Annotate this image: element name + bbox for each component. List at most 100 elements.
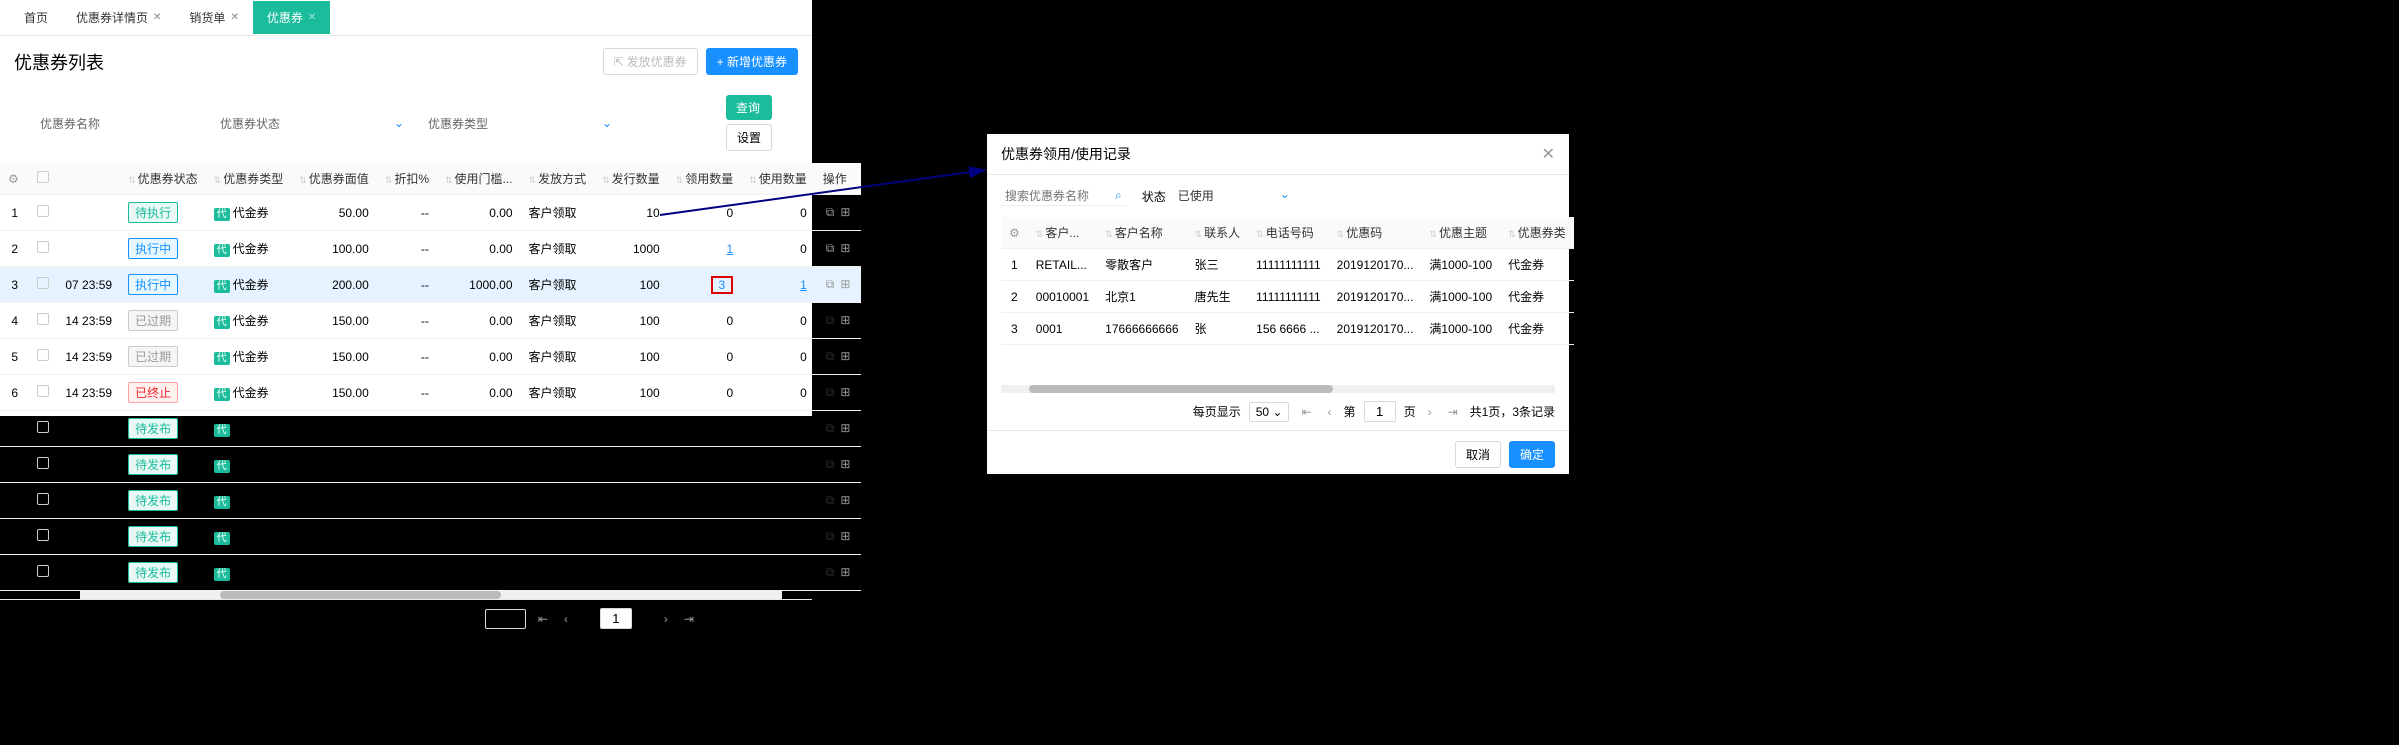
col-status: 优惠券状态: [138, 172, 198, 186]
table-row[interactable]: 11 14 23:59 待发布 代代金券 150.00 -- 0.00 客户领取…: [0, 555, 861, 591]
tab-sales[interactable]: 销货单✕: [175, 1, 252, 34]
modal-status-select[interactable]: 已使用 ⌄: [1174, 185, 1294, 207]
table-row[interactable]: 2 00010001 北京1 唐先生 11111111111 201912017…: [1001, 281, 1574, 313]
table-row[interactable]: 8 14 23:59 待发布 代代金券 150.00 -- 0.00 客户领取 …: [0, 447, 861, 483]
cell-time: 14 23:59: [57, 483, 120, 519]
row-checkbox[interactable]: [37, 349, 49, 361]
page-header: 优惠券列表 ⇱发放优惠券 + 新增优惠券: [0, 36, 812, 87]
row-checkbox[interactable]: [37, 277, 49, 289]
next-page-button[interactable]: ›: [660, 612, 672, 626]
qrcode-icon[interactable]: ⊞: [840, 205, 850, 219]
table-row[interactable]: 2 执行中 代代金券 100.00 -- 0.00 客户领取 1000 1 0 …: [0, 231, 861, 267]
qrcode-icon[interactable]: ⊞: [840, 565, 850, 579]
close-icon[interactable]: ✕: [1542, 144, 1555, 164]
table-row[interactable]: 1 RETAIL... 零散客户 张三 11111111111 20191201…: [1001, 249, 1574, 281]
prev-page-button[interactable]: ‹: [1324, 405, 1336, 419]
table-row[interactable]: 1 待执行 代代金券 50.00 -- 0.00 客户领取 10 0 0 ⧉⊞: [0, 195, 861, 231]
table-row[interactable]: 7 14 23:59 待发布 代代金券 150.00 -- 0.00 客户领取 …: [0, 411, 861, 447]
cell-type: 代金券: [1500, 313, 1574, 345]
first-page-button[interactable]: ⇤: [1297, 405, 1315, 419]
qrcode-icon[interactable]: ⊞: [840, 313, 850, 327]
qrcode-icon[interactable]: ⊞: [840, 385, 850, 399]
row-checkbox[interactable]: [37, 565, 49, 577]
cell-issue: 100: [594, 267, 668, 303]
horizontal-scrollbar[interactable]: [80, 591, 782, 599]
next-page-button[interactable]: ›: [1424, 405, 1436, 419]
search-icon[interactable]: ⌕: [1115, 188, 1122, 203]
row-index: 2: [1001, 281, 1028, 313]
search-input[interactable]: [1005, 189, 1115, 203]
tab-coupon[interactable]: 优惠券✕: [253, 1, 330, 34]
distribute-button[interactable]: ⇱发放优惠券: [603, 48, 698, 75]
sort-icon[interactable]: ⇅: [676, 175, 684, 185]
qrcode-icon[interactable]: ⊞: [840, 421, 850, 435]
cell-cust-code: 0001: [1028, 313, 1097, 345]
confirm-button[interactable]: 确定: [1509, 441, 1555, 468]
table-row[interactable]: 3 07 23:59 执行中 代代金券 200.00 -- 1000.00 客户…: [0, 267, 861, 303]
table-row[interactable]: 10 14 23:59 待发布 代代金券 150.00 -- 0.00 客户领取…: [0, 519, 861, 555]
external-link-icon[interactable]: ⧉: [826, 277, 835, 291]
col-coupon: 优惠码: [1346, 226, 1382, 240]
row-checkbox[interactable]: [37, 313, 49, 325]
qrcode-icon[interactable]: ⊞: [840, 277, 850, 291]
table-row[interactable]: 6 14 23:59 已终止 代代金券 150.00 -- 0.00 客户领取 …: [0, 375, 861, 411]
row-checkbox[interactable]: [37, 493, 49, 505]
last-page-button[interactable]: ⇥: [680, 612, 698, 626]
gear-icon[interactable]: ⚙: [1009, 226, 1020, 240]
cell-issue: 100: [594, 447, 668, 483]
qrcode-icon[interactable]: ⊞: [840, 493, 850, 507]
prev-page-button[interactable]: ‹: [560, 612, 572, 626]
sort-icon[interactable]: ⇅: [445, 175, 453, 185]
query-button[interactable]: 查询: [726, 95, 772, 120]
last-page-button[interactable]: ⇥: [1444, 405, 1462, 419]
first-page-button[interactable]: ⇤: [534, 612, 552, 626]
cancel-button[interactable]: 取消: [1455, 441, 1501, 468]
select-all-checkbox[interactable]: [37, 171, 49, 183]
row-checkbox[interactable]: [37, 241, 49, 253]
external-link-icon[interactable]: ⧉: [826, 241, 835, 255]
qrcode-icon[interactable]: ⊞: [840, 349, 850, 363]
horizontal-scrollbar[interactable]: [1001, 385, 1555, 393]
cell-time: [57, 231, 120, 267]
sort-icon[interactable]: ⇅: [214, 175, 222, 185]
count-link[interactable]: 1: [727, 242, 734, 256]
external-link-icon[interactable]: ⧉: [826, 205, 835, 219]
row-checkbox[interactable]: [37, 457, 49, 469]
page-input[interactable]: [600, 608, 632, 629]
status-select[interactable]: ⌄: [288, 114, 408, 133]
count-link[interactable]: 1: [800, 278, 807, 292]
tab-detail[interactable]: 优惠券详情页✕: [62, 1, 175, 34]
row-checkbox[interactable]: [37, 385, 49, 397]
cell-face: 150.00: [291, 375, 377, 411]
row-checkbox[interactable]: [37, 205, 49, 217]
qrcode-icon[interactable]: ⊞: [840, 241, 850, 255]
highlighted-count[interactable]: 3: [711, 276, 734, 294]
qrcode-icon[interactable]: ⊞: [840, 529, 850, 543]
sort-icon[interactable]: ⇅: [749, 175, 757, 185]
settings-button[interactable]: 设置: [726, 124, 772, 151]
tab-home[interactable]: 首页: [10, 1, 62, 34]
table-row[interactable]: 9 14 23:59 待发布 代代金券 150.00 -- 0.00 客户领取 …: [0, 483, 861, 519]
page-input[interactable]: [1364, 401, 1396, 422]
type-select[interactable]: ⌄: [496, 114, 616, 133]
sort-icon[interactable]: ⇅: [299, 175, 307, 185]
row-checkbox[interactable]: [37, 529, 49, 541]
add-coupon-button[interactable]: + 新增优惠券: [706, 48, 798, 75]
gear-icon[interactable]: ⚙: [8, 172, 19, 186]
sort-icon[interactable]: ⇅: [128, 175, 136, 185]
close-icon[interactable]: ✕: [153, 12, 161, 23]
close-icon[interactable]: ✕: [308, 12, 316, 23]
per-page-select[interactable]: 50 ⌄: [1249, 402, 1290, 422]
per-page-select[interactable]: 50 ⌄: [485, 609, 526, 629]
filter-type-label: 优惠券类型: [428, 115, 488, 132]
sort-icon[interactable]: ⇅: [602, 175, 610, 185]
sort-icon[interactable]: ⇅: [385, 175, 393, 185]
type-icon: 代: [214, 316, 230, 329]
table-row[interactable]: 5 14 23:59 已过期 代代金券 150.00 -- 0.00 客户领取 …: [0, 339, 861, 375]
table-row[interactable]: 4 14 23:59 已过期 代代金券 150.00 -- 0.00 客户领取 …: [0, 303, 861, 339]
table-row[interactable]: 3 0001 17666666666 张 156 6666 ... 201912…: [1001, 313, 1574, 345]
row-checkbox[interactable]: [37, 421, 49, 433]
close-icon[interactable]: ✕: [230, 12, 238, 23]
sort-icon[interactable]: ⇅: [529, 175, 537, 185]
qrcode-icon[interactable]: ⊞: [840, 457, 850, 471]
